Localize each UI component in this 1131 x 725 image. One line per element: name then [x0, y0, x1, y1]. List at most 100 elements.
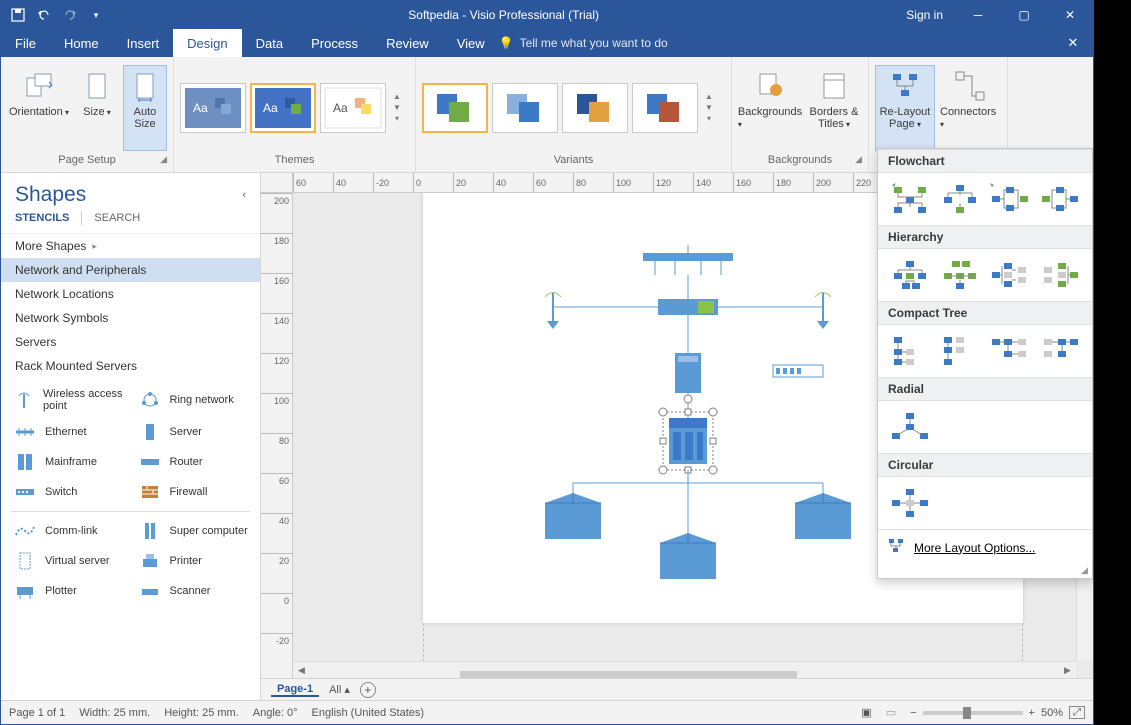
tab-home[interactable]: Home	[50, 29, 113, 57]
themes-scroll-down[interactable]: ▼	[393, 103, 401, 112]
horizontal-scrollbar[interactable]: ◀ ▶	[293, 661, 1076, 678]
shape-ethernet[interactable]: Ethernet	[7, 418, 130, 446]
stencil-network-locations[interactable]: Network Locations	[1, 282, 260, 306]
layout-compact-1[interactable]	[888, 333, 932, 369]
shape-comm-link[interactable]: Comm-link	[7, 517, 130, 545]
shape-plotter[interactable]: Plotter	[7, 577, 130, 605]
status-language[interactable]: English (United States)	[312, 707, 425, 719]
shape-scanner[interactable]: Scanner	[132, 577, 255, 605]
search-tab[interactable]: SEARCH	[94, 212, 152, 224]
theme-option-3[interactable]: Aa	[320, 83, 386, 133]
theme-option-1[interactable]: Aa	[180, 83, 246, 133]
shape-firewall[interactable]: Firewall	[132, 478, 255, 506]
backgrounds-launcher[interactable]: ◢	[855, 154, 862, 165]
save-icon[interactable]	[7, 4, 29, 26]
shape-wireless-ap[interactable]: Wireless access point	[7, 384, 130, 416]
undo-icon[interactable]	[33, 4, 55, 26]
themes-more[interactable]: ▾	[395, 114, 399, 123]
sign-in-link[interactable]: Sign in	[894, 8, 955, 22]
layout-hierarchy-2[interactable]	[938, 257, 982, 293]
orientation-button[interactable]: Orientation	[7, 65, 71, 151]
dropdown-resize-grip[interactable]: ◢	[878, 565, 1092, 578]
re-layout-page-button[interactable]: Re-Layout Page	[875, 65, 935, 151]
stencil-rack-servers[interactable]: Rack Mounted Servers	[1, 354, 260, 378]
layout-flowchart-4[interactable]	[1038, 181, 1082, 217]
zoom-controls: − + 50% ⤢	[910, 706, 1085, 719]
close-pane-button[interactable]: ✕	[1053, 35, 1093, 51]
tab-insert[interactable]: Insert	[113, 29, 174, 57]
zoom-level[interactable]: 50%	[1041, 707, 1063, 719]
shape-router[interactable]: Router	[132, 448, 255, 476]
zoom-out-button[interactable]: −	[910, 707, 916, 719]
redo-icon[interactable]	[59, 4, 81, 26]
layout-circular-1[interactable]	[888, 485, 932, 521]
layout-hierarchy-3[interactable]	[988, 257, 1032, 293]
status-bar: Page 1 of 1 Width: 25 mm. Height: 25 mm.…	[1, 700, 1093, 724]
presentation-mode-icon[interactable]: ▭	[886, 706, 896, 719]
group-backgrounds: Backgrounds Borders & Titles Backgrounds…	[732, 57, 869, 172]
variant-3[interactable]	[562, 83, 628, 133]
layout-flowchart-3[interactable]	[988, 181, 1032, 217]
close-button[interactable]: ✕	[1047, 1, 1093, 29]
shape-ring-network[interactable]: Ring network	[132, 384, 255, 416]
layout-compact-4[interactable]	[1038, 333, 1082, 369]
layout-hierarchy-4[interactable]	[1038, 257, 1082, 293]
shape-switch[interactable]: Switch	[7, 478, 130, 506]
section-flowchart: Flowchart	[878, 149, 1092, 173]
page-tab-1[interactable]: Page-1	[271, 683, 319, 697]
variants-scroll-down[interactable]: ▼	[705, 103, 713, 112]
stencil-servers[interactable]: Servers	[1, 330, 260, 354]
variant-2[interactable]	[492, 83, 558, 133]
auto-size-button[interactable]: Auto Size	[123, 65, 167, 151]
size-button[interactable]: Size	[75, 65, 119, 151]
lightbulb-icon: 💡	[499, 36, 514, 50]
router-icon	[138, 452, 162, 472]
more-shapes-item[interactable]: More Shapes ▸	[1, 234, 260, 258]
variants-more[interactable]: ▾	[707, 114, 711, 123]
all-pages-menu[interactable]: All ▴	[329, 683, 350, 696]
tab-process[interactable]: Process	[297, 29, 372, 57]
layout-hierarchy-1[interactable]	[888, 257, 932, 293]
tab-review[interactable]: Review	[372, 29, 443, 57]
section-hierarchy: Hierarchy	[878, 225, 1092, 249]
minimize-button[interactable]: ─	[955, 1, 1001, 29]
more-layout-options[interactable]: More Layout Options...	[878, 529, 1092, 565]
shape-server[interactable]: Server	[132, 418, 255, 446]
layout-compact-2[interactable]	[938, 333, 982, 369]
shape-virtual-server[interactable]: Virtual server	[7, 547, 130, 575]
borders-titles-button[interactable]: Borders & Titles	[806, 65, 862, 151]
tab-design[interactable]: Design	[173, 29, 241, 57]
variant-4[interactable]	[632, 83, 698, 133]
maximize-button[interactable]: ▢	[1001, 1, 1047, 29]
shape-super-computer[interactable]: Super computer	[132, 517, 255, 545]
layout-flowchart-1[interactable]	[888, 181, 932, 217]
window-title: Softpedia - Visio Professional (Trial)	[113, 8, 894, 22]
record-macro-icon[interactable]: ▣	[861, 706, 871, 719]
stencil-network-symbols[interactable]: Network Symbols	[1, 306, 260, 330]
backgrounds-button[interactable]: Backgrounds	[738, 65, 802, 151]
stencil-network-peripherals[interactable]: Network and Peripherals	[1, 258, 260, 282]
zoom-slider[interactable]	[923, 711, 1023, 715]
layout-flowchart-2[interactable]	[938, 181, 982, 217]
stencils-tab[interactable]: STENCILS	[15, 212, 81, 224]
variant-1[interactable]	[422, 83, 488, 133]
variants-scroll-up[interactable]: ▲	[705, 92, 713, 101]
connectors-button[interactable]: Connectors	[939, 65, 1001, 151]
collapse-shapes-icon[interactable]: ‹	[242, 189, 246, 201]
tab-data[interactable]: Data	[242, 29, 297, 57]
tell-me-search[interactable]: 💡 Tell me what you want to do	[499, 36, 668, 50]
fit-to-window-icon[interactable]: ⤢	[1069, 706, 1085, 719]
layout-compact-3[interactable]	[988, 333, 1032, 369]
add-page-button[interactable]: +	[360, 682, 376, 698]
tab-file[interactable]: File	[1, 29, 50, 57]
zoom-in-button[interactable]: +	[1029, 707, 1035, 719]
svg-text:Aa: Aa	[193, 101, 208, 115]
shape-printer[interactable]: Printer	[132, 547, 255, 575]
shape-mainframe[interactable]: Mainframe	[7, 448, 130, 476]
layout-radial-1[interactable]	[888, 409, 932, 445]
themes-scroll-up[interactable]: ▲	[393, 92, 401, 101]
qat-dropdown-icon[interactable]: ▾	[85, 4, 107, 26]
theme-option-2[interactable]: Aa	[250, 83, 316, 133]
page-setup-launcher[interactable]: ◢	[160, 154, 167, 165]
tab-view[interactable]: View	[443, 29, 499, 57]
